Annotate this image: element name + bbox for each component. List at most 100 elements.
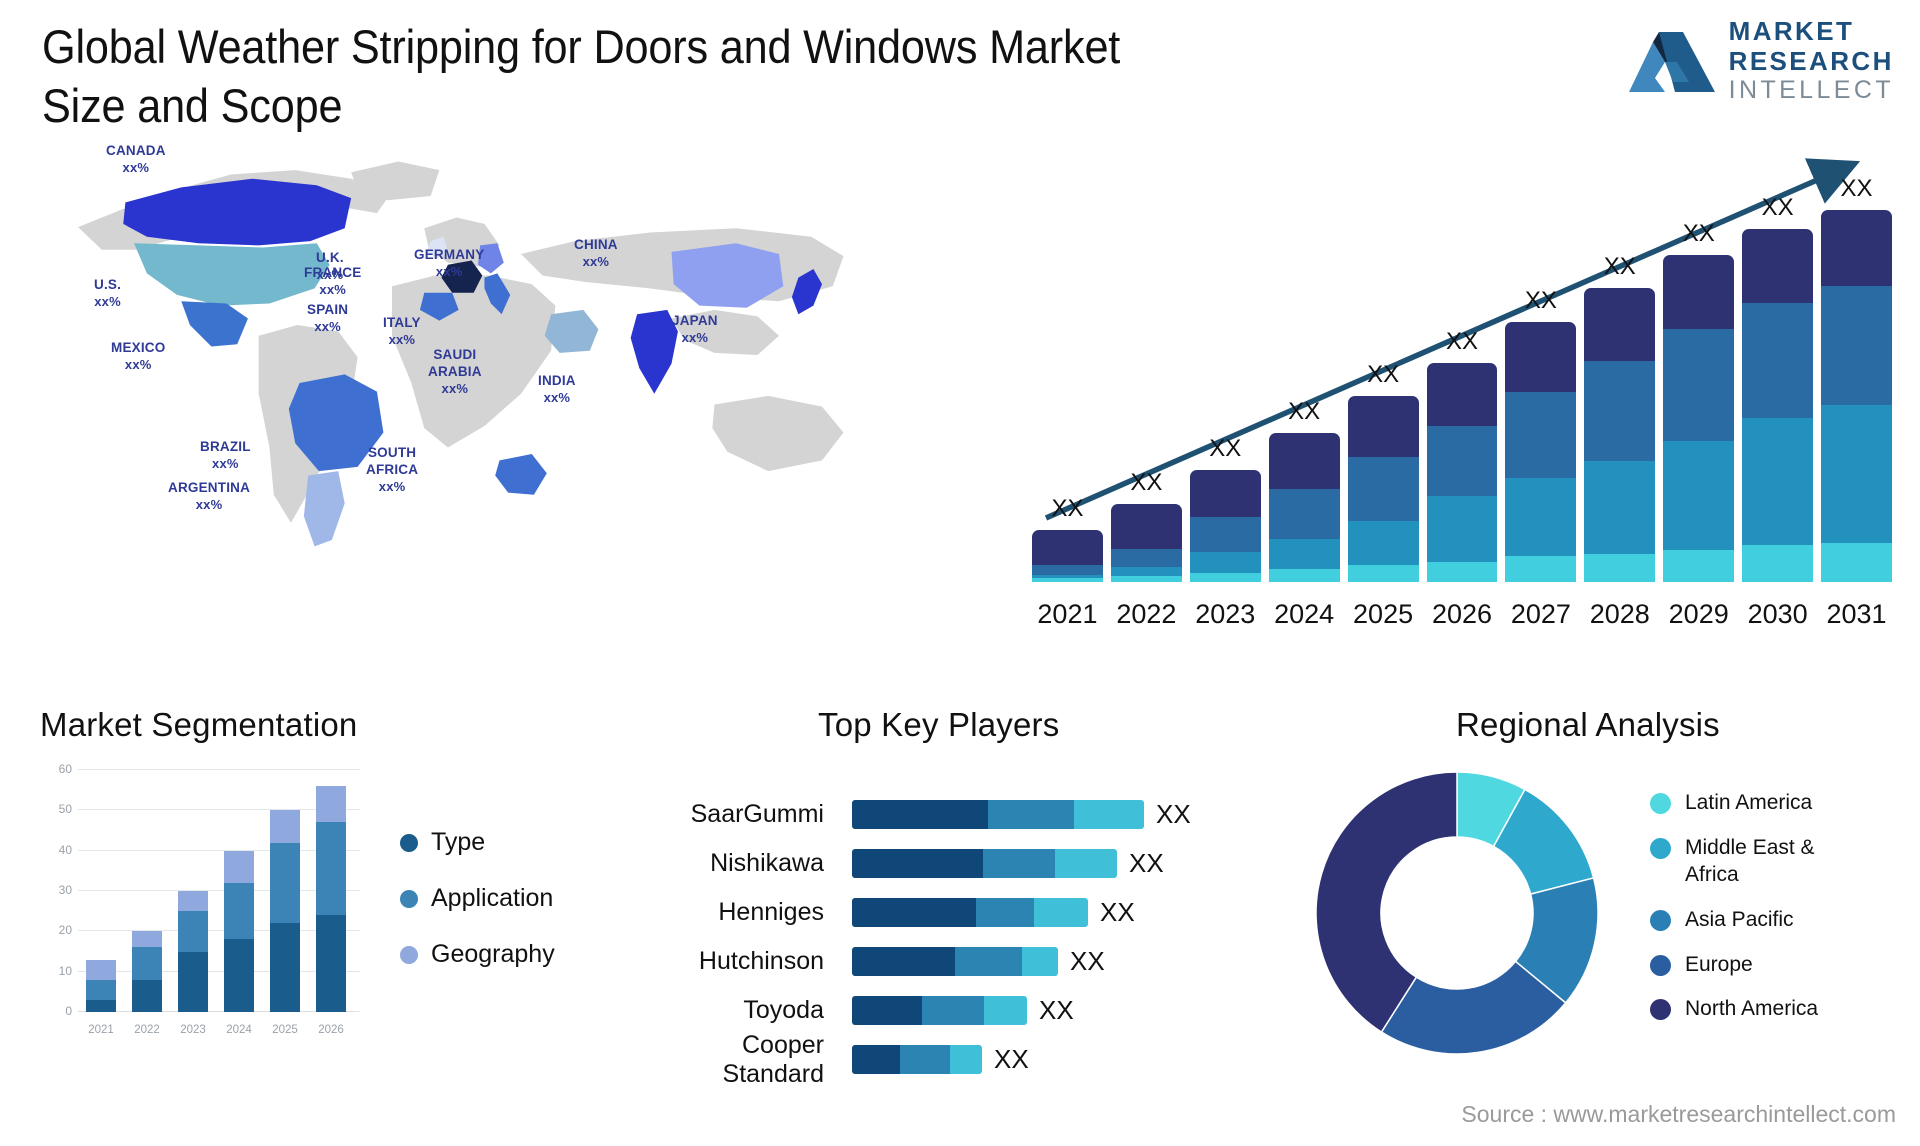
player-bar-segment bbox=[1034, 898, 1088, 927]
map-label-name: SPAIN bbox=[307, 302, 349, 317]
regional-legend-item[interactable]: Latin America bbox=[1650, 790, 1845, 817]
segmentation-x-label: 2024 bbox=[226, 1024, 252, 1036]
segmentation-legend-item[interactable]: Type bbox=[400, 828, 555, 857]
segmentation-bar-segment bbox=[86, 979, 116, 1000]
segmentation-bar-column bbox=[132, 770, 162, 1012]
segmentation-legend: Type Application Geography bbox=[400, 828, 555, 996]
map-label-name: MEXICO bbox=[111, 340, 166, 355]
player-bar-segment bbox=[976, 898, 1034, 927]
player-row: Hutchinson XX bbox=[640, 937, 1260, 986]
forecast-stacked-bar bbox=[1426, 362, 1498, 582]
player-bar-segment bbox=[852, 800, 988, 829]
forecast-bar-segment bbox=[1821, 210, 1892, 287]
forecast-bar-segment bbox=[1189, 552, 1261, 573]
forecast-bar-segment bbox=[1268, 539, 1340, 569]
forecast-bar-segment bbox=[1663, 440, 1735, 551]
regional-legend-item[interactable]: Asia Pacific bbox=[1650, 907, 1845, 934]
segmentation-bar-segment bbox=[132, 947, 162, 980]
forecast-year-axis: 2021 2022 2023 2024 2025 2026 2027 2028 2029 2030… bbox=[1032, 599, 1892, 630]
player-name: Nishikawa bbox=[710, 849, 824, 877]
forecast-stacked-bar bbox=[1347, 396, 1419, 582]
forecast-bar-segment bbox=[1505, 477, 1577, 556]
forecast-bar-segment bbox=[1426, 425, 1498, 497]
map-label-india: INDIA xx% bbox=[538, 373, 576, 406]
segmentation-bar-segment bbox=[86, 959, 116, 980]
segmentation-y-tick: 30 bbox=[58, 883, 72, 897]
logo-line-intellect: INTELLECT bbox=[1728, 76, 1894, 104]
segmentation-y-tick: 0 bbox=[65, 1004, 72, 1018]
segmentation-x-labels: 2021 2022 2023 2024 2025 2026 bbox=[78, 1024, 354, 1036]
map-label-pct: xx% bbox=[378, 478, 406, 494]
segmentation-bar-column bbox=[316, 770, 346, 1012]
regional-legend-item[interactable]: North America bbox=[1650, 996, 1845, 1023]
map-country-usa bbox=[134, 243, 330, 306]
market-segmentation-chart: 0 10 20 30 40 50 60 2021 2022 2023 2024 2025 2026 bbox=[40, 762, 360, 1040]
forecast-bar-segment bbox=[1663, 254, 1735, 330]
map-country-canada bbox=[123, 178, 352, 246]
forecast-bar-column: XX bbox=[1189, 435, 1261, 582]
regional-legend-item[interactable]: Middle East & Africa bbox=[1650, 835, 1845, 889]
player-row: Henniges XX bbox=[640, 888, 1260, 937]
forecast-year-label: 2022 bbox=[1116, 599, 1177, 629]
forecast-bar-segment bbox=[1110, 548, 1182, 568]
map-label-pct: xx% bbox=[212, 455, 239, 471]
forecast-year-label: 2026 bbox=[1431, 599, 1493, 629]
player-stacked-bar bbox=[852, 849, 1117, 878]
forecast-bar-segment bbox=[1821, 542, 1892, 582]
legend-swatch-icon bbox=[1650, 999, 1671, 1021]
forecast-stacked-bar bbox=[1821, 210, 1892, 582]
legend-swatch-icon bbox=[1650, 909, 1671, 931]
forecast-bar-column: XX bbox=[1032, 495, 1103, 582]
map-label-pct: xx% bbox=[94, 293, 121, 309]
forecast-bar-value-label: XX bbox=[1682, 219, 1715, 247]
top-key-players-heading: Top Key Players bbox=[818, 706, 1060, 743]
forecast-bar-segment bbox=[1110, 576, 1182, 582]
logo-wordmark: MARKET RESEARCH INTELLECT bbox=[1729, 18, 1894, 103]
forecast-bar-value-label: XX bbox=[1051, 494, 1084, 522]
forecast-bar-value-label: XX bbox=[1761, 193, 1794, 221]
forecast-bar-column: XX bbox=[1426, 328, 1498, 582]
segmentation-legend-label: Type bbox=[431, 828, 486, 856]
map-label-south-africa: SOUTH AFRICA xx% bbox=[366, 445, 418, 495]
player-name: Cooper Standard bbox=[722, 1030, 824, 1088]
forecast-bar-segment bbox=[1742, 418, 1814, 545]
segmentation-y-tick: 60 bbox=[58, 762, 72, 776]
regional-legend-item[interactable]: Europe bbox=[1650, 952, 1845, 979]
forecast-bar-segment bbox=[1584, 554, 1656, 582]
map-label-france: FRANCE xx% bbox=[304, 265, 361, 298]
segmentation-legend-item[interactable]: Application bbox=[400, 884, 555, 913]
map-label-pct: xx% bbox=[582, 253, 610, 269]
player-stacked-bar bbox=[852, 898, 1088, 927]
forecast-bar-segment bbox=[1032, 529, 1103, 566]
regional-legend-label: North America bbox=[1685, 997, 1819, 1021]
forecast-bar-column: XX bbox=[1347, 361, 1419, 582]
forecast-year-label: 2029 bbox=[1668, 599, 1729, 629]
map-label-u-s-: U.S. xx% bbox=[94, 277, 121, 310]
regional-legend-label: Middle East & Africa bbox=[1685, 835, 1815, 886]
map-label-italy: ITALY xx% bbox=[383, 315, 421, 348]
segmentation-legend-item[interactable]: Geography bbox=[400, 940, 555, 969]
world-map: CANADA xx% U.S. xx% MEXICO xx% BRAZIL xx% ARGENT… bbox=[18, 125, 938, 555]
infographic-page: Global Weather Stripping for Doors and W… bbox=[0, 0, 1920, 1146]
map-label-china: CHINA xx% bbox=[574, 237, 618, 270]
segmentation-x-label: 2025 bbox=[272, 1024, 298, 1036]
logo-mountain-icon bbox=[1628, 31, 1715, 92]
player-bar-segment bbox=[1074, 800, 1144, 829]
segmentation-y-tick: 50 bbox=[58, 802, 72, 817]
legend-swatch-icon bbox=[1650, 837, 1671, 859]
map-label-spain: SPAIN xx% bbox=[307, 302, 348, 335]
map-label-name: CHINA bbox=[574, 237, 618, 252]
map-country-mexico bbox=[181, 301, 248, 347]
map-label-name: SOUTH AFRICA bbox=[366, 445, 419, 477]
forecast-bar-segment bbox=[1584, 461, 1656, 555]
segmentation-y-tick: 20 bbox=[58, 923, 72, 938]
player-row: SaarGummi XX bbox=[640, 790, 1260, 839]
segmentation-bar-segment bbox=[316, 915, 346, 1012]
forecast-stacked-bar bbox=[1584, 288, 1656, 582]
forecast-stacked-bar bbox=[1663, 254, 1735, 582]
map-label-name: CANADA bbox=[106, 143, 166, 158]
segmentation-bar-segment bbox=[316, 786, 346, 823]
segmentation-bar-column bbox=[86, 770, 116, 1012]
logo-line-research: RESEARCH bbox=[1728, 46, 1894, 76]
legend-swatch-icon bbox=[400, 945, 418, 964]
